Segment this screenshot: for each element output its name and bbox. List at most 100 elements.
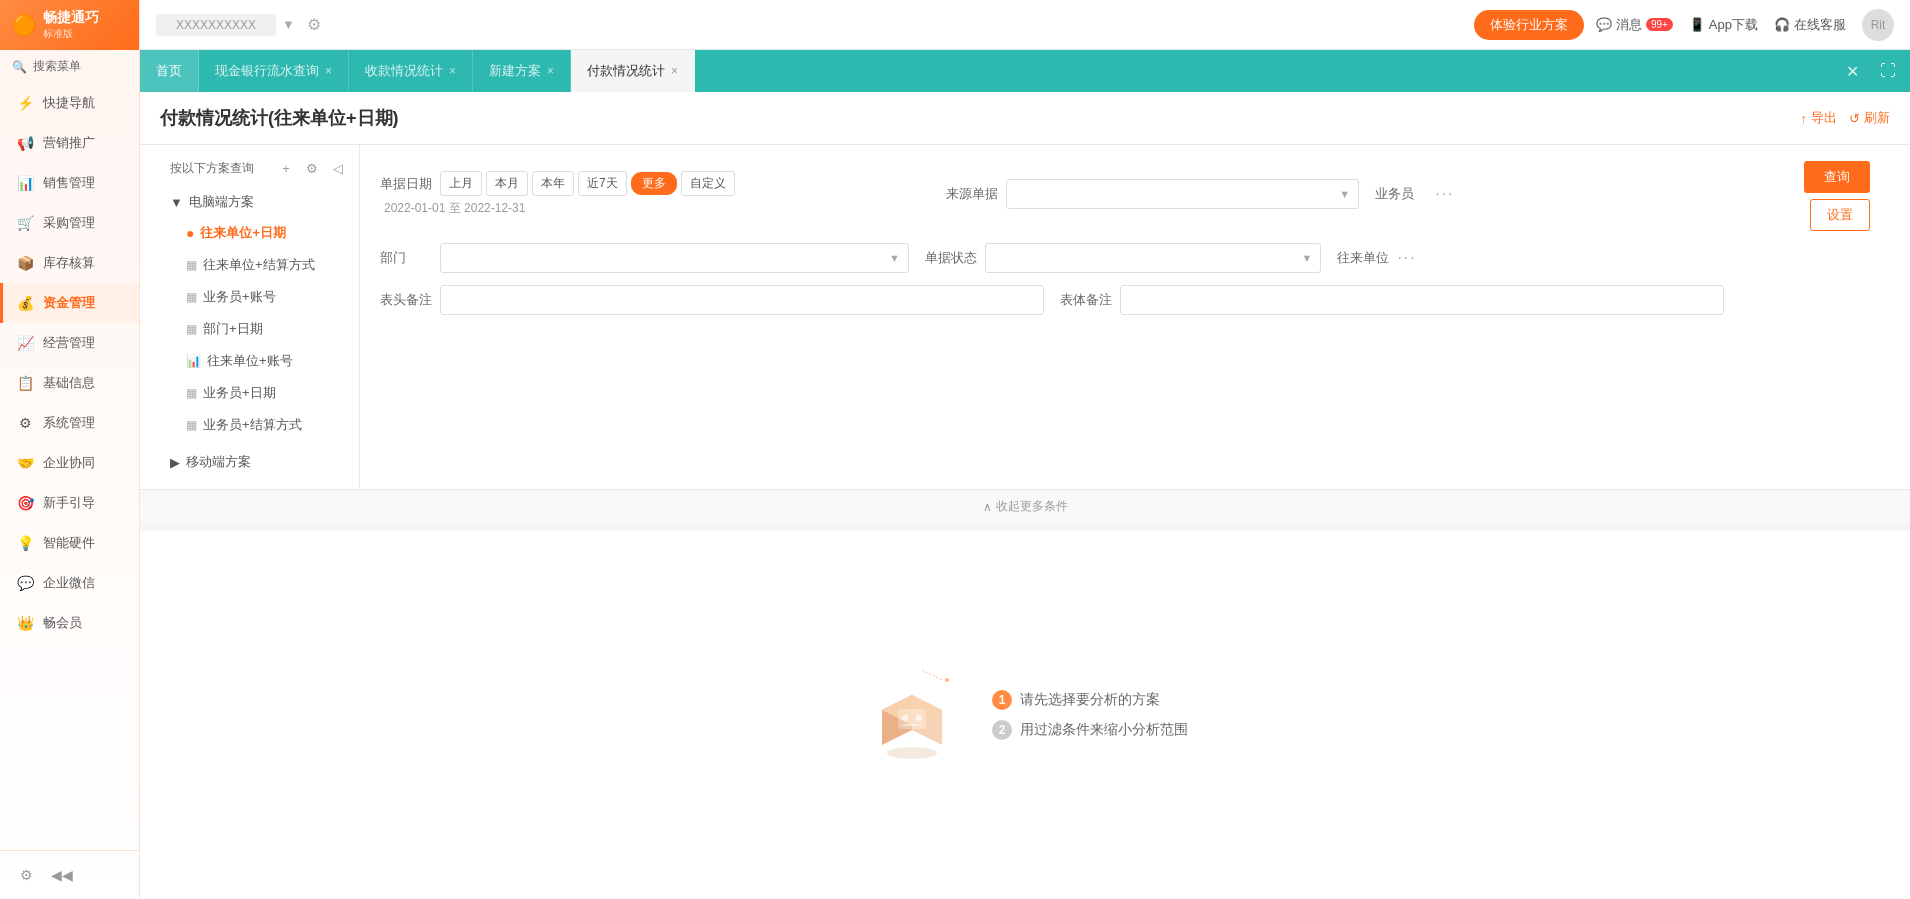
- date-btn-this-year[interactable]: 本年: [532, 171, 574, 196]
- svg-point-10: [887, 747, 937, 759]
- scheme-panel: 按以下方案查询 + ⚙ ◁ ▼ 电脑端方案 ● 往来单: [160, 145, 360, 489]
- sidebar-item-beginner[interactable]: 🎯 新手引导: [0, 483, 139, 523]
- sidebar-nav: ⚡ 快捷导航 📢 营销推广 📊 销售管理 🛒 采购管理 📦 库存核算 💰 资金管…: [0, 83, 139, 850]
- sidebar-item-business[interactable]: 📈 经营管理: [0, 323, 139, 363]
- purchase-icon: 🛒: [15, 213, 35, 233]
- tab-collection-stats[interactable]: 收款情况统计 ×: [349, 50, 473, 92]
- sidebar-item-sales[interactable]: 📊 销售管理: [0, 163, 139, 203]
- sidebar-item-enterprise[interactable]: 🤝 企业协同: [0, 443, 139, 483]
- trial-btn[interactable]: 体验行业方案: [1474, 10, 1584, 40]
- tab-collection-stats-close[interactable]: ×: [449, 64, 456, 78]
- scheme-mobile-group[interactable]: ▶ 移动端方案: [160, 447, 359, 477]
- sidebar: 🟠 畅捷通巧 标准版 🔍 搜索菜单 ⚡ 快捷导航 📢 营销推广 📊 销售管理 🛒…: [0, 0, 140, 899]
- date-btn-this-month[interactable]: 本月: [486, 171, 528, 196]
- export-btn[interactable]: ↑ 导出: [1801, 109, 1838, 127]
- scheme-item-salesman-account[interactable]: ▦ 业务员+账号: [160, 281, 359, 313]
- scheme-item-salesman-payment[interactable]: ▦ 业务员+结算方式: [160, 409, 359, 441]
- scheme-item-partner-payment[interactable]: ▦ 往来单位+结算方式: [160, 249, 359, 281]
- sidebar-item-label: 企业微信: [43, 574, 95, 592]
- sidebar-item-label: 资金管理: [43, 294, 95, 312]
- tab-payment-stats-close[interactable]: ×: [671, 64, 678, 78]
- notifications-btn[interactable]: 💬 消息 99+: [1596, 16, 1673, 34]
- sidebar-item-smart-hw[interactable]: 💡 智能硬件: [0, 523, 139, 563]
- sidebar-item-basic[interactable]: 📋 基础信息: [0, 363, 139, 403]
- table-header-note-input[interactable]: [440, 285, 1044, 315]
- date-btn-last-month[interactable]: 上月: [440, 171, 482, 196]
- sidebar-item-purchase[interactable]: 🛒 采购管理: [0, 203, 139, 243]
- date-btn-last-7[interactable]: 近7天: [578, 171, 627, 196]
- scheme-item-dept-date[interactable]: ▦ 部门+日期: [160, 313, 359, 345]
- tab-bank-flow[interactable]: 现金银行流水查询 ×: [199, 50, 349, 92]
- tab-home[interactable]: 首页: [140, 50, 199, 92]
- close-all-btn[interactable]: ✕: [1838, 57, 1866, 85]
- expand-btn[interactable]: ⛶: [1874, 57, 1902, 85]
- sidebar-settings-btn[interactable]: ⚙: [12, 861, 40, 889]
- scheme-item-label: 往来单位+日期: [200, 224, 286, 242]
- dept-select[interactable]: ▼: [440, 243, 909, 273]
- sidebar-collapse-btn[interactable]: ◀◀: [48, 861, 76, 889]
- sidebar-item-member[interactable]: 👑 畅会员: [0, 603, 139, 643]
- tab-new-scheme[interactable]: 新建方案 ×: [473, 50, 571, 92]
- sidebar-item-label: 畅会员: [43, 614, 82, 632]
- svg-point-7: [902, 715, 908, 721]
- page-content: 付款情况统计(往来单位+日期) ↑ 导出 ↺ 刷新 按以下方案查询: [140, 92, 1910, 899]
- scheme-item-salesman-date[interactable]: ▦ 业务员+日期: [160, 377, 359, 409]
- scheme-add-btn[interactable]: +: [275, 157, 297, 179]
- scheme-item-label: 业务员+日期: [203, 384, 276, 402]
- scheme-item-partner-date[interactable]: ● 往来单位+日期: [160, 217, 359, 249]
- date-btn-more[interactable]: 更多: [631, 172, 677, 195]
- logo-sub: 标准版: [43, 27, 99, 41]
- svg-point-1: [945, 678, 949, 682]
- refresh-label: 刷新: [1864, 109, 1890, 127]
- collapse-icon: ∧: [983, 500, 992, 514]
- tab-bank-flow-close[interactable]: ×: [325, 64, 332, 78]
- member-icon: 👑: [15, 613, 35, 633]
- query-btn[interactable]: 查询: [1804, 161, 1870, 193]
- sidebar-item-finance[interactable]: 💰 资金管理: [0, 283, 139, 323]
- scheme-mobile-arrow: ▶: [170, 455, 180, 470]
- app-icon: 📱: [1689, 17, 1705, 32]
- table-body-note-input[interactable]: [1120, 285, 1724, 315]
- search-label: 搜索菜单: [33, 58, 81, 75]
- page-header: 付款情况统计(往来单位+日期) ↑ 导出 ↺ 刷新: [140, 92, 1910, 145]
- scheme-desktop-group[interactable]: ▼ 电脑端方案: [160, 187, 359, 217]
- tab-payment-stats[interactable]: 付款情况统计 ×: [571, 50, 695, 92]
- sidebar-item-wechat[interactable]: 💬 企业微信: [0, 563, 139, 603]
- table-body-note-field: 表体备注: [1060, 285, 1724, 315]
- scheme-panel-actions: + ⚙ ◁: [275, 157, 349, 179]
- sidebar-item-inventory[interactable]: 📦 库存核算: [0, 243, 139, 283]
- sidebar-item-system[interactable]: ⚙ 系统管理: [0, 403, 139, 443]
- dept-arrow: ▼: [889, 252, 900, 264]
- business-icon: 📈: [15, 333, 35, 353]
- source-doc-label: 来源单据: [946, 185, 998, 203]
- search-menu[interactable]: 🔍 搜索菜单: [0, 50, 139, 83]
- filter-row-3: 表头备注 表体备注: [380, 285, 1870, 315]
- quick-nav-icon: ⚡: [15, 93, 35, 113]
- dept-field: 部门 ▼: [380, 243, 909, 273]
- tab-new-scheme-close[interactable]: ×: [547, 64, 554, 78]
- app-download-btn[interactable]: 📱 App下载: [1689, 16, 1758, 34]
- salesman-dots[interactable]: ···: [1435, 185, 1454, 203]
- source-doc-select[interactable]: ▼: [1006, 179, 1359, 209]
- topbar-gear-btn[interactable]: ⚙: [307, 15, 321, 34]
- scheme-settings-btn[interactable]: ⚙: [301, 157, 323, 179]
- date-btn-custom[interactable]: 自定义: [681, 171, 735, 196]
- refresh-btn[interactable]: ↺ 刷新: [1849, 109, 1890, 127]
- sidebar-item-label: 营销推广: [43, 134, 95, 152]
- scheme-collapse-btn[interactable]: ◁: [327, 157, 349, 179]
- system-icon: ⚙: [15, 413, 35, 433]
- company-selector[interactable]: XXXXXXXXXX ▼: [156, 14, 295, 36]
- user-avatar[interactable]: Rit: [1862, 9, 1894, 41]
- scheme-item-icon-2: ▦: [186, 258, 197, 272]
- scheme-item-label: 往来单位+账号: [207, 352, 293, 370]
- sidebar-item-quick-nav[interactable]: ⚡ 快捷导航: [0, 83, 139, 123]
- settings-btn[interactable]: 设置: [1810, 199, 1870, 231]
- table-body-note-label: 表体备注: [1060, 291, 1112, 309]
- collapse-bar[interactable]: ∧ 收起更多条件: [140, 489, 1910, 523]
- doc-status-select[interactable]: ▼: [985, 243, 1322, 273]
- sidebar-item-marketing[interactable]: 📢 营销推广: [0, 123, 139, 163]
- date-range-text: 2022-01-01 至 2022-12-31: [380, 200, 525, 217]
- partner-dots[interactable]: ···: [1397, 249, 1416, 267]
- online-service-btn[interactable]: 🎧 在线客服: [1774, 16, 1846, 34]
- scheme-item-partner-account[interactable]: 📊 往来单位+账号: [160, 345, 359, 377]
